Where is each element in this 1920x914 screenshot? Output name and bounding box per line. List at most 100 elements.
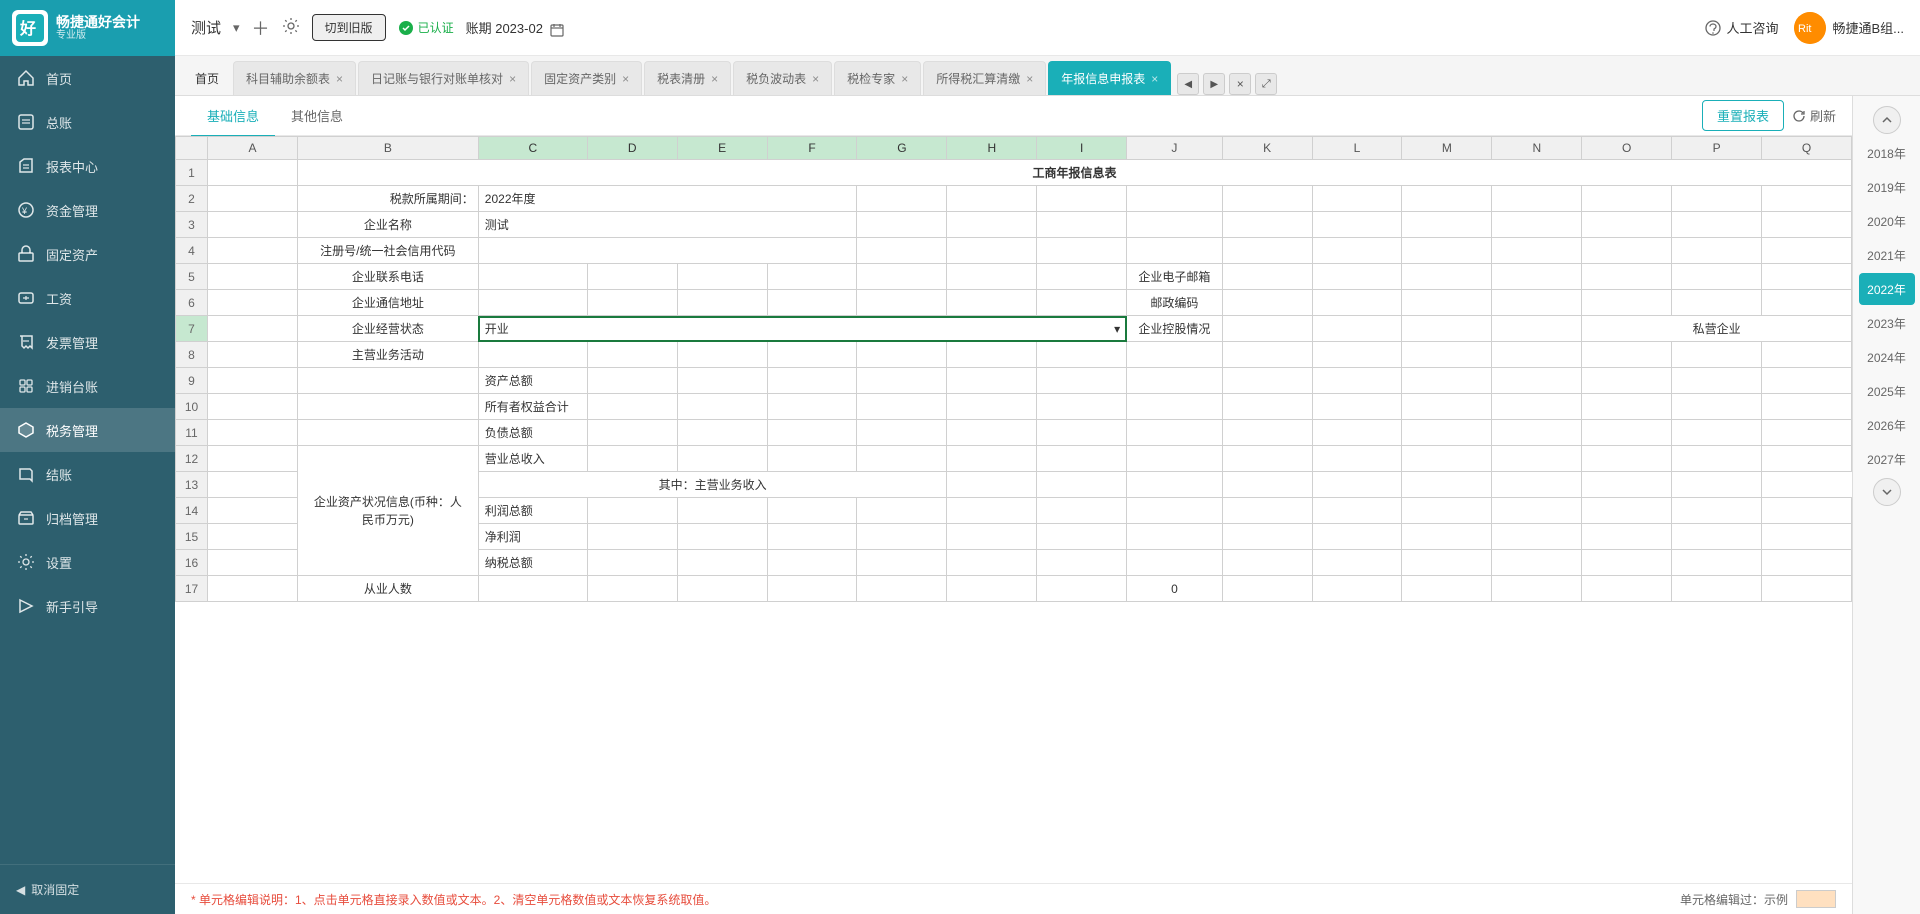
cell-2-a[interactable]	[208, 186, 298, 212]
cell-14-k[interactable]	[1222, 498, 1312, 524]
year-2024[interactable]: 2024年	[1859, 341, 1915, 373]
cell-10-h[interactable]	[947, 394, 1037, 420]
col-header-e[interactable]: E	[677, 137, 767, 160]
cell-11-d[interactable]	[587, 420, 677, 446]
add-tab-button[interactable]: ＋	[252, 15, 270, 41]
cell-12-i[interactable]	[1037, 446, 1127, 472]
sidebar-item-ledger[interactable]: 总账	[0, 100, 175, 144]
cell-9-c[interactable]: 资产总额	[478, 368, 587, 394]
sidebar-item-fixed[interactable]: 固定资产	[0, 232, 175, 276]
cell-2-l[interactable]	[1312, 186, 1402, 212]
cell-14-l[interactable]	[1312, 498, 1402, 524]
cell-13-o[interactable]	[1492, 472, 1582, 498]
cell-14-g[interactable]	[857, 498, 947, 524]
cell-15-a[interactable]	[208, 524, 298, 550]
cell-6-d[interactable]	[587, 290, 677, 316]
cell-2-j[interactable]	[1127, 186, 1223, 212]
col-header-k[interactable]: K	[1222, 137, 1312, 160]
cell-12-q[interactable]	[1762, 446, 1852, 472]
cell-8-n[interactable]	[1492, 342, 1582, 368]
cell-3-k[interactable]	[1222, 212, 1312, 238]
cell-17-g[interactable]	[857, 576, 947, 602]
sidebar-item-guide[interactable]: 新手引导	[0, 584, 175, 628]
cell-8-m[interactable]	[1402, 342, 1492, 368]
cell-5-d[interactable]	[587, 264, 677, 290]
cell-9-m[interactable]	[1402, 368, 1492, 394]
cell-2-b[interactable]: 税款所属期间：	[297, 186, 478, 212]
year-scroll-up[interactable]	[1873, 106, 1901, 134]
cell-17-e[interactable]	[677, 576, 767, 602]
col-header-n[interactable]: N	[1492, 137, 1582, 160]
cell-2-c[interactable]: 2022年度	[478, 186, 857, 212]
cell-5-o[interactable]	[1582, 264, 1672, 290]
cell-3-g[interactable]	[857, 212, 947, 238]
cell-10-m[interactable]	[1402, 394, 1492, 420]
cell-11-j[interactable]	[1127, 420, 1223, 446]
cell-9-e[interactable]	[677, 368, 767, 394]
cell-10-q[interactable]	[1762, 394, 1852, 420]
cell-13-p[interactable]	[1582, 472, 1672, 498]
tab-close-journal[interactable]: ×	[509, 72, 516, 86]
cell-17-n[interactable]	[1492, 576, 1582, 602]
cell-4-j[interactable]	[1127, 238, 1223, 264]
tab-expand-button[interactable]: ⤢	[1255, 73, 1277, 95]
cell-15-f[interactable]	[767, 524, 857, 550]
cell-7-c[interactable]: 开业 ▾	[478, 316, 1126, 342]
tab-tax-expert[interactable]: 税检专家 ×	[834, 61, 921, 95]
cell-11-m[interactable]	[1402, 420, 1492, 446]
cell-2-q[interactable]	[1762, 186, 1852, 212]
cell-14-c[interactable]: 利润总额	[478, 498, 587, 524]
cell-9-h[interactable]	[947, 368, 1037, 394]
cell-12-e[interactable]	[677, 446, 767, 472]
cell-17-b[interactable]: 从业人数	[297, 576, 478, 602]
cell-10-k[interactable]	[1222, 394, 1312, 420]
cell-11-q[interactable]	[1762, 420, 1852, 446]
cell-8-k[interactable]	[1222, 342, 1312, 368]
cell-12-d[interactable]	[587, 446, 677, 472]
cell-6-k[interactable]	[1222, 290, 1312, 316]
sidebar-item-tax[interactable]: 税务管理	[0, 408, 175, 452]
year-2025[interactable]: 2025年	[1859, 375, 1915, 407]
cell-9-p[interactable]	[1672, 368, 1762, 394]
cell-7-j[interactable]: 企业控股情况	[1127, 316, 1223, 342]
cell-7-n[interactable]	[1492, 316, 1582, 342]
cell-11-e[interactable]	[677, 420, 767, 446]
cell-16-a[interactable]	[208, 550, 298, 576]
year-2027[interactable]: 2027年	[1859, 443, 1915, 475]
cell-11-i[interactable]	[1037, 420, 1127, 446]
cell-16-m[interactable]	[1402, 550, 1492, 576]
year-2026[interactable]: 2026年	[1859, 409, 1915, 441]
cell-2-h[interactable]	[947, 186, 1037, 212]
cell-6-p[interactable]	[1672, 290, 1762, 316]
cell-6-l[interactable]	[1312, 290, 1402, 316]
tab-next-button[interactable]: ▶	[1203, 73, 1225, 95]
cell-10-i[interactable]	[1037, 394, 1127, 420]
cell-9-n[interactable]	[1492, 368, 1582, 394]
cell-3-c[interactable]: 测试	[478, 212, 857, 238]
cell-3-m[interactable]	[1402, 212, 1492, 238]
cell-6-g[interactable]	[857, 290, 947, 316]
col-header-l[interactable]: L	[1312, 137, 1402, 160]
cell-15-n[interactable]	[1492, 524, 1582, 550]
cell-7-b[interactable]: 企业经营状态	[297, 316, 478, 342]
cell-14-n[interactable]	[1492, 498, 1582, 524]
cell-2-m[interactable]	[1402, 186, 1492, 212]
col-header-f[interactable]: F	[767, 137, 857, 160]
cell-9-l[interactable]	[1312, 368, 1402, 394]
cell-14-h[interactable]	[947, 498, 1037, 524]
col-header-g[interactable]: G	[857, 137, 947, 160]
cell-9-k[interactable]	[1222, 368, 1312, 394]
cell-12-a[interactable]	[208, 446, 298, 472]
cell-4-b[interactable]: 注册号/统一社会信用代码	[297, 238, 478, 264]
col-header-h[interactable]: H	[947, 137, 1037, 160]
cell-16-i[interactable]	[1037, 550, 1127, 576]
cell-16-l[interactable]	[1312, 550, 1402, 576]
cell-11-n[interactable]	[1492, 420, 1582, 446]
col-header-i[interactable]: I	[1037, 137, 1127, 160]
refresh-button[interactable]: 刷新	[1792, 106, 1836, 125]
cell-9-j[interactable]	[1127, 368, 1223, 394]
cell-3-i[interactable]	[1037, 212, 1127, 238]
cell-7-m[interactable]	[1402, 316, 1492, 342]
cell-8-d[interactable]	[587, 342, 677, 368]
cell-7-a[interactable]	[208, 316, 298, 342]
